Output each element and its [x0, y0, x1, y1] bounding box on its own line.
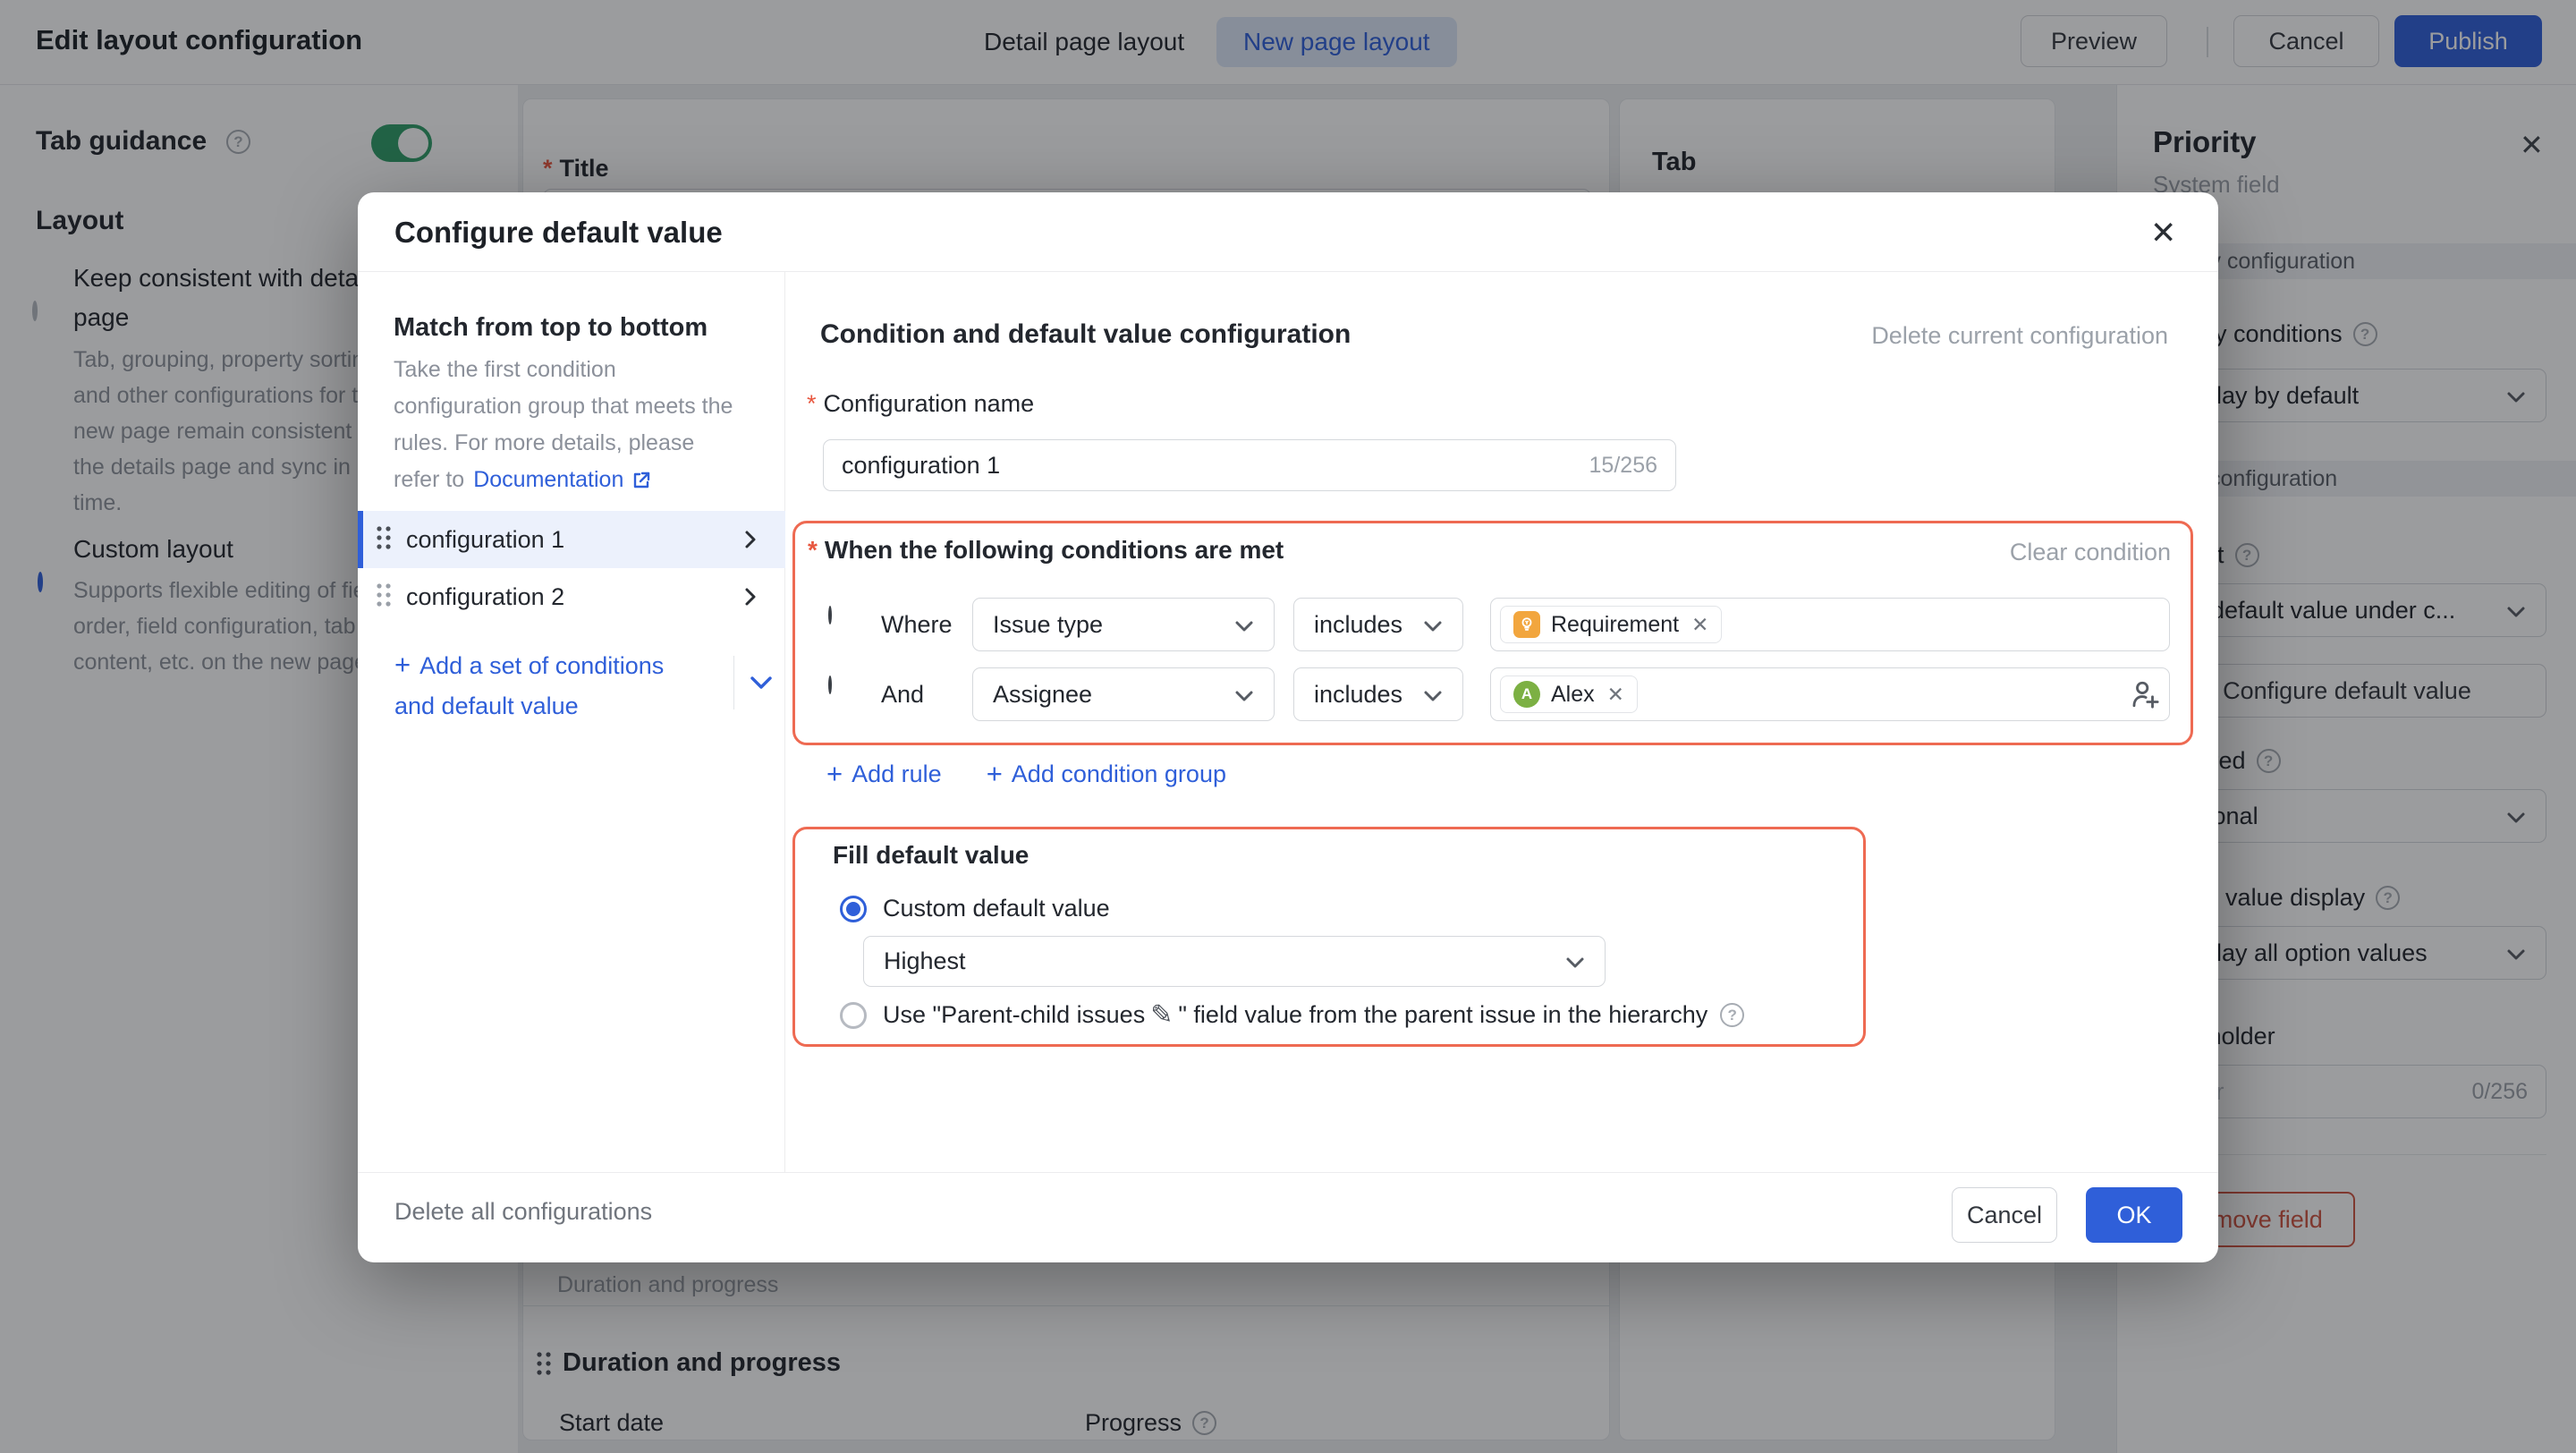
chevron-right-icon — [744, 587, 757, 611]
condition-row: Where Issue type includes Requirement ✕ — [795, 598, 2190, 651]
condition-actions: + Add rule + Add condition group — [826, 758, 1226, 790]
pencil-icon: ✎ — [1150, 1000, 1174, 1030]
configuration-name-field[interactable] — [842, 451, 1589, 480]
value-tag: Requirement ✕ — [1500, 606, 1723, 643]
chevron-down-icon — [1234, 681, 1254, 709]
parent-value-help-icon[interactable]: ? — [1720, 1003, 1745, 1027]
conditions-heading: * When the following conditions are met — [808, 536, 1284, 564]
collapse-chevron-down-icon[interactable] — [750, 676, 773, 694]
condition-connector: Where — [881, 611, 953, 638]
config-list-item-1[interactable]: configuration 1 — [358, 511, 785, 568]
required-icon: * — [808, 536, 818, 564]
app-root: Edit layout configuration Detail page la… — [0, 0, 2576, 1453]
fill-heading: Fill default value — [833, 841, 1030, 869]
match-rule-description: Take the first condition configuration g… — [394, 352, 733, 498]
plus-icon: + — [826, 758, 843, 789]
add-condition-group-link[interactable]: + Add condition group — [987, 758, 1226, 790]
condition-operator-select[interactable]: includes — [1293, 598, 1463, 651]
delete-all-configurations-link[interactable]: Delete all configurations — [394, 1198, 652, 1226]
custom-default-option[interactable]: Custom default value — [840, 895, 1110, 922]
drag-handle-icon[interactable] — [374, 524, 394, 556]
config-list-item-2[interactable]: configuration 2 — [358, 568, 785, 625]
chevron-down-icon — [1423, 611, 1443, 639]
modal-header-divider — [358, 271, 2218, 272]
tag-label: Alex — [1551, 681, 1595, 707]
condition-connector: And — [881, 681, 925, 708]
condition-field-select[interactable]: Issue type — [972, 598, 1275, 651]
tag-remove-icon[interactable]: ✕ — [1607, 683, 1624, 707]
parent-value-option[interactable]: Use "Parent-child issues ✎ " field value… — [840, 999, 1745, 1031]
modal-ok-button[interactable]: OK — [2086, 1187, 2182, 1243]
required-icon: * — [807, 390, 817, 417]
delete-current-configuration-link[interactable]: Delete current configuration — [1871, 322, 2168, 350]
modal-footer-divider — [358, 1172, 2218, 1173]
configuration-name-counter: 15/256 — [1589, 452, 1657, 478]
chevron-down-icon — [1234, 611, 1254, 639]
config-item-label: configuration 1 — [406, 525, 565, 553]
modal-close-icon[interactable]: ✕ — [2150, 216, 2176, 251]
add-rule-link[interactable]: + Add rule — [826, 758, 942, 790]
configuration-name-input[interactable]: 15/256 — [823, 439, 1676, 491]
modal-cancel-button[interactable]: Cancel — [1952, 1187, 2057, 1243]
external-link-icon — [631, 470, 652, 491]
condition-value-field[interactable]: Requirement ✕ — [1490, 598, 2170, 651]
condition-value-field[interactable]: A Alex ✕ — [1490, 667, 2170, 721]
add-conditions-link[interactable]: + Add a set of conditions and default val… — [394, 644, 664, 726]
requirement-type-icon — [1513, 611, 1540, 638]
documentation-link[interactable]: Documentation — [473, 462, 623, 498]
condition-row: And Assignee includes A Alex ✕ — [795, 667, 2190, 721]
custom-default-value-select[interactable]: Highest — [863, 936, 1606, 987]
condition-group-box: * When the following conditions are met … — [792, 521, 2193, 745]
chevron-down-icon — [1565, 947, 1585, 975]
add-conditions-divider — [733, 656, 734, 710]
tag-label: Requirement — [1551, 611, 1680, 637]
config-item-label: configuration 2 — [406, 582, 565, 610]
plus-icon: + — [394, 649, 411, 680]
condition-operator-select[interactable]: includes — [1293, 667, 1463, 721]
clear-condition-link[interactable]: Clear condition — [2010, 539, 2171, 566]
plus-icon: + — [986, 758, 1003, 789]
configure-default-value-dialog: Configure default value ✕ Match from top… — [358, 192, 2218, 1262]
configuration-name-label: * Configuration name — [807, 390, 1035, 417]
match-rule-heading: Match from top to bottom — [394, 313, 708, 342]
fill-default-value-box: Fill default value Custom default value … — [792, 827, 1866, 1047]
modal-left-pane-divider — [784, 271, 785, 1172]
radio-parent-value[interactable] — [840, 1001, 867, 1029]
chevron-down-icon — [1423, 681, 1443, 709]
user-avatar: A — [1513, 681, 1540, 708]
remove-condition-icon[interactable] — [828, 676, 832, 694]
condition-config-heading: Condition and default value configuratio… — [820, 319, 1352, 349]
chevron-right-icon — [744, 530, 757, 554]
add-user-icon[interactable] — [2130, 679, 2160, 710]
remove-condition-icon[interactable] — [828, 606, 832, 625]
selected-indicator — [358, 511, 363, 568]
tag-remove-icon[interactable]: ✕ — [1691, 613, 1708, 637]
condition-field-select[interactable]: Assignee — [972, 667, 1275, 721]
modal-title: Configure default value — [394, 216, 723, 249]
value-tag: A Alex ✕ — [1500, 676, 1638, 713]
radio-custom-default[interactable] — [840, 895, 867, 922]
drag-handle-icon[interactable] — [374, 582, 394, 613]
